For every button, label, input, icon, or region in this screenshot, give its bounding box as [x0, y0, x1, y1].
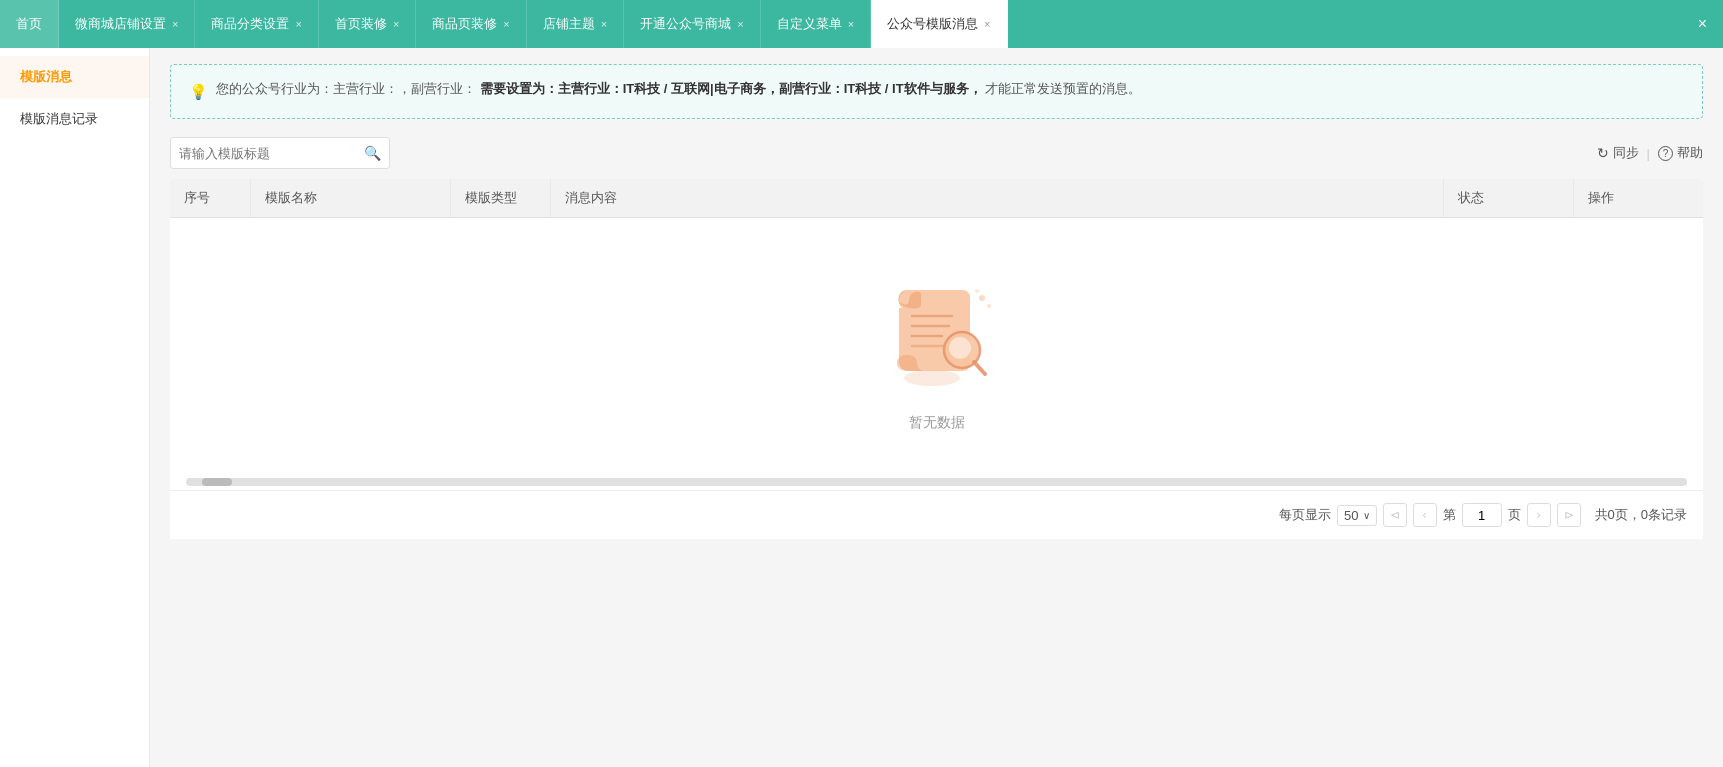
- page-size-value: 50: [1344, 508, 1358, 523]
- nav-label-shop-theme: 店铺主题: [543, 15, 595, 33]
- nav-label-custom-menu: 自定义菜单: [777, 15, 842, 33]
- notice-prefix: 您的公众号行业为：主营行业：，副营行业：: [216, 81, 476, 96]
- svg-line-7: [974, 362, 985, 374]
- page-label-after: 页: [1508, 506, 1521, 524]
- page-size-select[interactable]: 50 ∨: [1337, 505, 1376, 526]
- search-box[interactable]: 🔍: [170, 137, 390, 169]
- svg-point-9: [987, 304, 991, 308]
- nav-item-template-msg[interactable]: 公众号模版消息 ×: [871, 0, 1007, 48]
- search-icon[interactable]: 🔍: [364, 145, 381, 161]
- table-header: 序号 模版名称 模版类型 消息内容 状态: [170, 179, 1703, 218]
- nav-item-home[interactable]: 首页: [0, 0, 59, 48]
- sidebar-item-template-msg-record[interactable]: 模版消息记录: [0, 98, 149, 140]
- sidebar-label-template-msg-record: 模版消息记录: [20, 111, 98, 126]
- col-header-type: 模版类型: [450, 179, 550, 218]
- nav-item-product-design[interactable]: 商品页装修 ×: [416, 0, 526, 48]
- scrollbar-container: [170, 472, 1703, 490]
- prev-page-button[interactable]: ‹: [1413, 503, 1437, 527]
- search-input[interactable]: [179, 146, 364, 161]
- toolbar-right: ↻ 同步 | ? 帮助: [1597, 144, 1703, 162]
- sidebar-item-template-msg[interactable]: 模版消息: [0, 56, 149, 98]
- sidebar: 模版消息 模版消息记录: [0, 48, 150, 767]
- nav-label-home: 首页: [16, 15, 42, 33]
- nav-label-product-design: 商品页装修: [432, 15, 497, 33]
- nav-label-open-mall: 开通公众号商城: [640, 15, 731, 33]
- sidebar-label-template-msg: 模版消息: [20, 69, 72, 84]
- empty-state-row: 暂无数据: [170, 218, 1703, 473]
- pagination-bar: 每页显示 50 ∨ ⊲ ‹ 第 页 › ⊳ 共0页，0条记录: [170, 490, 1703, 539]
- notice-suffix: 才能正常发送预置的消息。: [985, 81, 1141, 96]
- nav-label-product-category: 商品分类设置: [211, 15, 289, 33]
- notice-text: 您的公众号行业为：主营行业：，副营行业： 需要设置为：主营行业：IT科技 / 互…: [216, 79, 1141, 100]
- svg-point-0: [904, 370, 960, 386]
- empty-state: 暂无数据: [170, 218, 1703, 472]
- help-button[interactable]: ? 帮助: [1658, 144, 1703, 162]
- horizontal-scrollbar[interactable]: [186, 478, 1687, 486]
- close-wshop-settings[interactable]: ×: [172, 18, 178, 30]
- nav-item-wshop-settings[interactable]: 微商城店铺设置 ×: [59, 0, 195, 48]
- nav-item-homepage-design[interactable]: 首页装修 ×: [319, 0, 416, 48]
- nav-label-wshop-settings: 微商城店铺设置: [75, 15, 166, 33]
- toolbar-divider: |: [1647, 146, 1650, 161]
- notice-icon: 💡: [189, 80, 208, 104]
- col-header-content: 消息内容: [550, 179, 1443, 218]
- col-header-name: 模版名称: [250, 179, 450, 218]
- help-label: 帮助: [1677, 144, 1703, 162]
- first-page-button[interactable]: ⊲: [1383, 503, 1407, 527]
- nav-item-shop-theme[interactable]: 店铺主题 ×: [527, 0, 624, 48]
- content-area: 💡 您的公众号行业为：主营行业：，副营行业： 需要设置为：主营行业：IT科技 /…: [150, 48, 1723, 767]
- data-table: 序号 模版名称 模版类型 消息内容 状态: [170, 179, 1703, 472]
- notice-box: 💡 您的公众号行业为：主营行业：，副营行业： 需要设置为：主营行业：IT科技 /…: [170, 64, 1703, 119]
- close-homepage-design[interactable]: ×: [393, 18, 399, 30]
- svg-point-8: [979, 295, 985, 301]
- close-product-category[interactable]: ×: [295, 18, 301, 30]
- page-label-before: 第: [1443, 506, 1456, 524]
- toolbar: 🔍 ↻ 同步 | ? 帮助: [170, 137, 1703, 169]
- nav-item-custom-menu[interactable]: 自定义菜单 ×: [761, 0, 871, 48]
- close-custom-menu[interactable]: ×: [848, 18, 854, 30]
- empty-state-cell: 暂无数据: [170, 218, 1703, 473]
- nav-label-template-msg: 公众号模版消息: [887, 15, 978, 33]
- sync-icon: ↻: [1597, 145, 1609, 161]
- close-product-design[interactable]: ×: [503, 18, 509, 30]
- col-header-status: 状态: [1443, 179, 1573, 218]
- table-wrapper: 序号 模版名称 模版类型 消息内容 状态: [170, 179, 1703, 539]
- page-size-chevron-icon: ∨: [1363, 510, 1370, 521]
- last-page-button[interactable]: ⊳: [1557, 503, 1581, 527]
- nav-item-open-mall[interactable]: 开通公众号商城 ×: [624, 0, 760, 48]
- svg-point-6: [949, 337, 971, 359]
- close-template-msg[interactable]: ×: [984, 18, 990, 30]
- empty-text: 暂无数据: [170, 414, 1703, 432]
- empty-icon: [877, 278, 997, 398]
- close-open-mall[interactable]: ×: [737, 18, 743, 30]
- sync-button[interactable]: ↻ 同步: [1597, 144, 1639, 162]
- col-header-index: 序号: [170, 179, 250, 218]
- col-header-actions: 操作: [1573, 179, 1703, 218]
- close-shop-theme[interactable]: ×: [601, 18, 607, 30]
- next-page-button[interactable]: ›: [1527, 503, 1551, 527]
- top-nav: 首页 微商城店铺设置 × 商品分类设置 × 首页装修 × 商品页装修 × 店铺主…: [0, 0, 1723, 48]
- scrollbar-thumb[interactable]: [202, 478, 232, 486]
- table-body: 暂无数据: [170, 218, 1703, 473]
- notice-highlight: 需要设置为：主营行业：IT科技 / 互联网|电子商务，副营行业：IT科技 / I…: [480, 81, 982, 96]
- svg-point-10: [975, 289, 979, 293]
- table-header-row: 序号 模版名称 模版类型 消息内容 状态: [170, 179, 1703, 218]
- sync-label: 同步: [1613, 144, 1639, 162]
- nav-item-product-category[interactable]: 商品分类设置 ×: [195, 0, 318, 48]
- help-icon: ?: [1658, 146, 1673, 161]
- nav-label-homepage-design: 首页装修: [335, 15, 387, 33]
- total-record-label: 共0页，0条记录: [1595, 506, 1687, 524]
- close-all-tabs-button[interactable]: ×: [1682, 15, 1723, 33]
- page-size-label: 每页显示: [1279, 506, 1331, 524]
- current-page-input[interactable]: [1462, 503, 1502, 527]
- main-layout: 模版消息 模版消息记录 💡 您的公众号行业为：主营行业：，副营行业： 需要设置为…: [0, 48, 1723, 767]
